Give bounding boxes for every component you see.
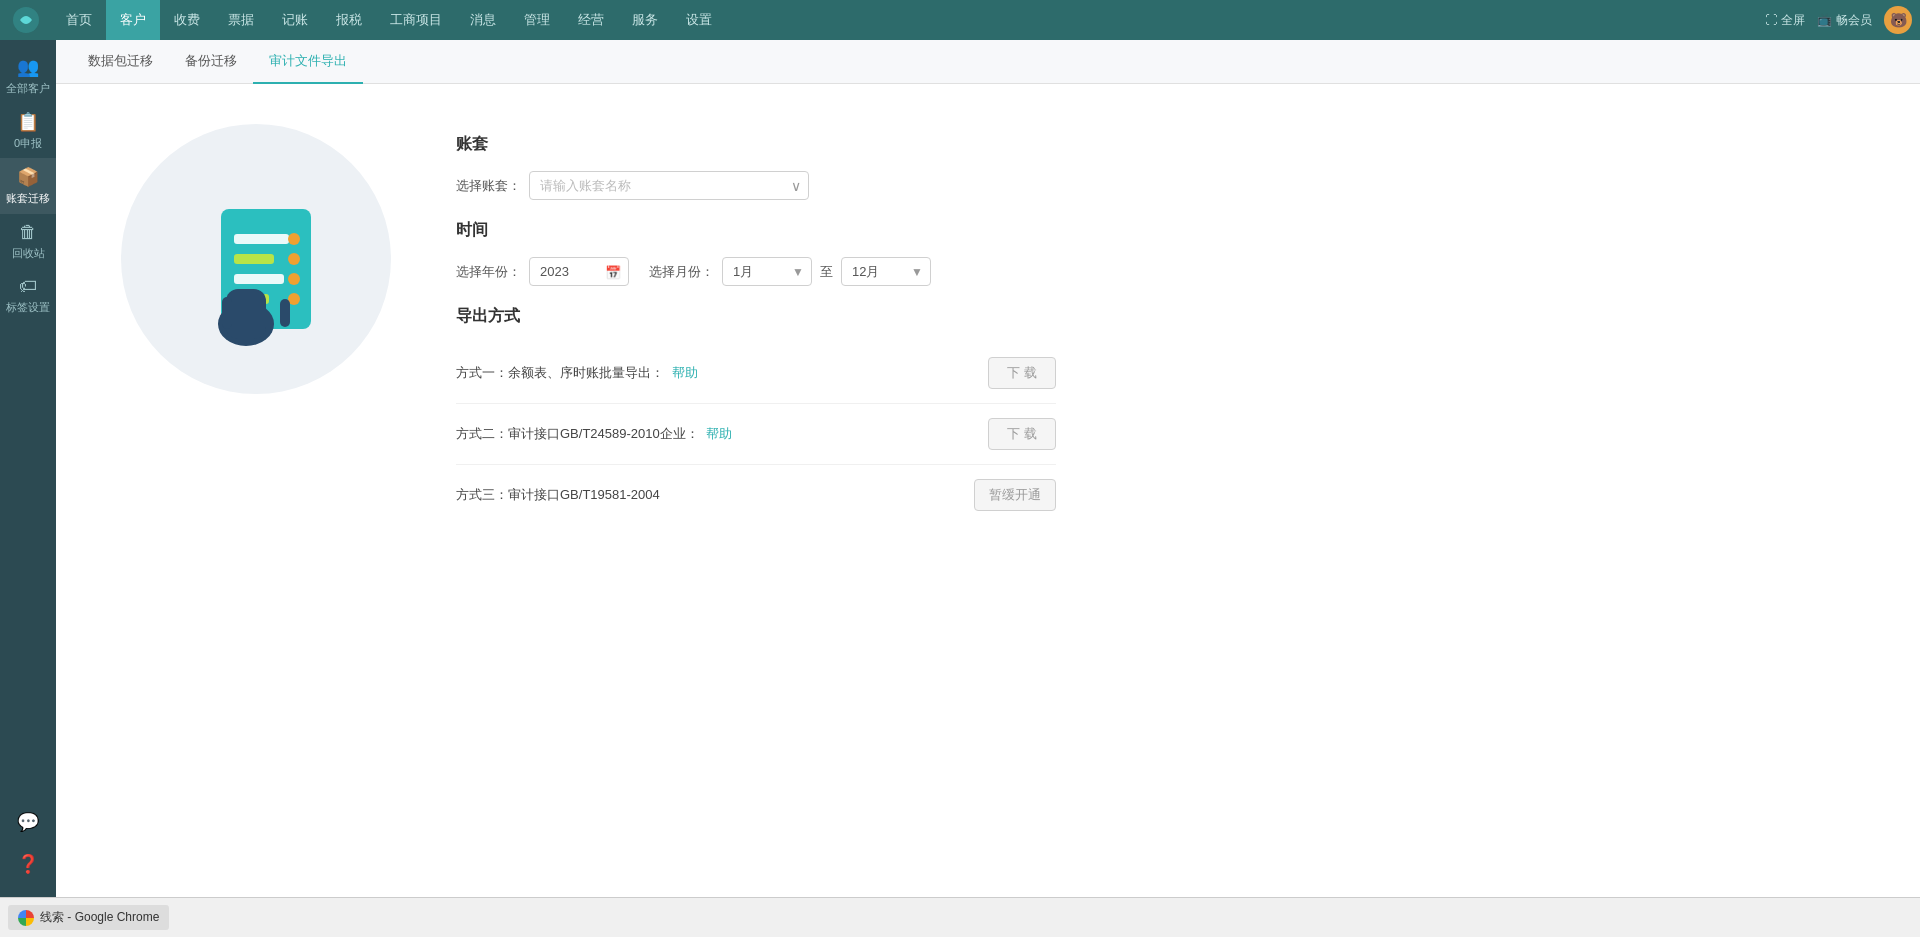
tab-backup-migration[interactable]: 备份迁移 xyxy=(169,40,253,84)
sidebar-item-account-migrate[interactable]: 📦 账套迁移 xyxy=(0,158,56,213)
export-method-2-text: 方式二：审计接口GB/T24589-2010企业： 帮助 xyxy=(456,425,732,443)
illustration-circle xyxy=(121,124,391,394)
sidebar-label-zero-declare: 0申报 xyxy=(14,137,42,150)
time-section-title: 时间 xyxy=(456,220,1056,241)
to-text: 至 xyxy=(820,263,833,281)
taskbar-chrome-label: 线索 - Google Chrome xyxy=(40,909,159,926)
tab-bar: 数据包迁移 备份迁移 审计文件导出 xyxy=(56,40,1920,84)
end-month-select[interactable]: 1月2月3月4月 5月6月7月8月 9月10月11月 12月 xyxy=(841,257,931,286)
svg-rect-13 xyxy=(280,299,290,327)
top-navigation: 首页 客户 收费 票据 记账 报税 工商项目 消息 管理 经营 服务 设置 ⛶ … xyxy=(0,0,1920,40)
sidebar-label-all-clients: 全部客户 xyxy=(6,82,50,95)
nav-business[interactable]: 工商项目 xyxy=(376,0,456,40)
account-select-wrapper: ∨ xyxy=(529,171,809,200)
chrome-icon xyxy=(18,910,34,926)
year-input[interactable] xyxy=(529,257,629,286)
account-input[interactable] xyxy=(529,171,809,200)
nav-home[interactable]: 首页 xyxy=(52,0,106,40)
nav-client[interactable]: 客户 xyxy=(106,0,160,40)
svg-rect-2 xyxy=(234,234,289,244)
nav-invoice[interactable]: 票据 xyxy=(214,0,268,40)
year-label: 选择年份： xyxy=(456,263,521,281)
account-migrate-icon: 📦 xyxy=(17,166,39,188)
member-button[interactable]: 📺 畅会员 xyxy=(1817,12,1872,29)
nav-tax[interactable]: 报税 xyxy=(322,0,376,40)
sidebar-item-zero-declare[interactable]: 📋 0申报 xyxy=(0,103,56,158)
recycle-icon: 🗑 xyxy=(19,222,37,243)
svg-rect-12 xyxy=(222,297,232,329)
export-method-2: 方式二：审计接口GB/T24589-2010企业： 帮助 下 载 xyxy=(456,404,1056,465)
time-select-row: 选择年份： 📅 选择月份： 1月2月3月4月 5月6月7月8月 9月10月11月… xyxy=(456,257,1056,286)
sidebar-bottom: 💬 ❓ xyxy=(11,805,45,897)
sidebar-label-account-migrate: 账套迁移 xyxy=(6,192,50,205)
start-month-select[interactable]: 1月2月3月4月 5月6月7月8月 9月10月11月12月 xyxy=(722,257,812,286)
year-input-wrapper: 📅 xyxy=(529,257,629,286)
sidebar-item-recycle[interactable]: 🗑 回收站 xyxy=(0,214,56,268)
export-method-1-help[interactable]: 帮助 xyxy=(672,365,698,380)
account-select-label: 选择账套： xyxy=(456,177,521,195)
account-select-row: 选择账套： ∨ xyxy=(456,171,1056,200)
form-area: 账套 选择账套： ∨ 时间 选择年份： 📅 xyxy=(456,124,1056,525)
nav-menu: 首页 客户 收费 票据 记账 报税 工商项目 消息 管理 经营 服务 设置 xyxy=(52,0,1765,40)
audit-illustration xyxy=(166,159,346,359)
sidebar-label-recycle: 回收站 xyxy=(12,247,45,260)
illustration-area xyxy=(116,124,396,394)
nav-right-area: ⛶ 全屏 📺 畅会员 🐻 xyxy=(1765,6,1912,34)
avatar[interactable]: 🐻 xyxy=(1884,6,1912,34)
nav-message[interactable]: 消息 xyxy=(456,0,510,40)
member-icon: 📺 xyxy=(1817,13,1832,27)
export-method-1: 方式一：余额表、序时账批量导出： 帮助 下 载 xyxy=(456,343,1056,404)
nav-fee[interactable]: 收费 xyxy=(160,0,214,40)
sidebar-item-tag-settings[interactable]: 🏷 标签设置 xyxy=(0,268,56,322)
nav-manage[interactable]: 管理 xyxy=(510,0,564,40)
nav-service[interactable]: 服务 xyxy=(618,0,672,40)
export-method-2-help[interactable]: 帮助 xyxy=(706,426,732,441)
export-method-1-text: 方式一：余额表、序时账批量导出： 帮助 xyxy=(456,364,698,382)
svg-rect-3 xyxy=(234,254,274,264)
svg-rect-4 xyxy=(234,274,284,284)
nav-bookkeeping[interactable]: 记账 xyxy=(268,0,322,40)
zero-declare-icon: 📋 xyxy=(17,111,39,133)
taskbar: 线索 - Google Chrome xyxy=(0,897,1920,937)
export-section-title: 导出方式 xyxy=(456,306,1056,327)
nav-settings[interactable]: 设置 xyxy=(672,0,726,40)
page-content: 账套 选择账套： ∨ 时间 选择年份： 📅 xyxy=(56,84,1920,897)
tab-data-migration[interactable]: 数据包迁移 xyxy=(72,40,169,84)
tab-audit-export[interactable]: 审计文件导出 xyxy=(253,40,363,84)
fullscreen-button[interactable]: ⛶ 全屏 xyxy=(1765,12,1805,29)
sidebar-item-all-clients[interactable]: 👥 全部客户 xyxy=(0,48,56,103)
main-layout: 👥 全部客户 📋 0申报 📦 账套迁移 🗑 回收站 🏷 标签设置 💬 ❓ 数据包… xyxy=(0,40,1920,897)
app-logo xyxy=(8,2,44,38)
tag-settings-icon: 🏷 xyxy=(19,276,37,297)
svg-point-6 xyxy=(288,233,300,245)
month-label: 选择月份： xyxy=(649,263,714,281)
export-method-3-text: 方式三：审计接口GB/T19581-2004 xyxy=(456,486,660,504)
chat-icon[interactable]: 💬 xyxy=(11,805,45,839)
account-section-title: 账套 xyxy=(456,134,1056,155)
start-month-wrapper: 1月2月3月4月 5月6月7月8月 9月10月11月12月 ▼ xyxy=(722,257,812,286)
end-month-wrapper: 1月2月3月4月 5月6月7月8月 9月10月11月 12月 ▼ xyxy=(841,257,931,286)
sidebar-label-tag-settings: 标签设置 xyxy=(6,301,50,314)
content-area: 数据包迁移 备份迁移 审计文件导出 xyxy=(56,40,1920,897)
coming-soon-button[interactable]: 暂缓开通 xyxy=(974,479,1056,511)
help-icon[interactable]: ❓ xyxy=(11,847,45,881)
svg-point-8 xyxy=(288,273,300,285)
download-button-1[interactable]: 下 载 xyxy=(988,357,1056,389)
svg-point-7 xyxy=(288,253,300,265)
all-clients-icon: 👥 xyxy=(17,56,39,78)
taskbar-chrome[interactable]: 线索 - Google Chrome xyxy=(8,905,169,930)
download-button-2[interactable]: 下 载 xyxy=(988,418,1056,450)
sidebar: 👥 全部客户 📋 0申报 📦 账套迁移 🗑 回收站 🏷 标签设置 💬 ❓ xyxy=(0,40,56,897)
fullscreen-icon: ⛶ xyxy=(1765,13,1777,27)
export-method-3: 方式三：审计接口GB/T19581-2004 暂缓开通 xyxy=(456,465,1056,525)
nav-operate[interactable]: 经营 xyxy=(564,0,618,40)
